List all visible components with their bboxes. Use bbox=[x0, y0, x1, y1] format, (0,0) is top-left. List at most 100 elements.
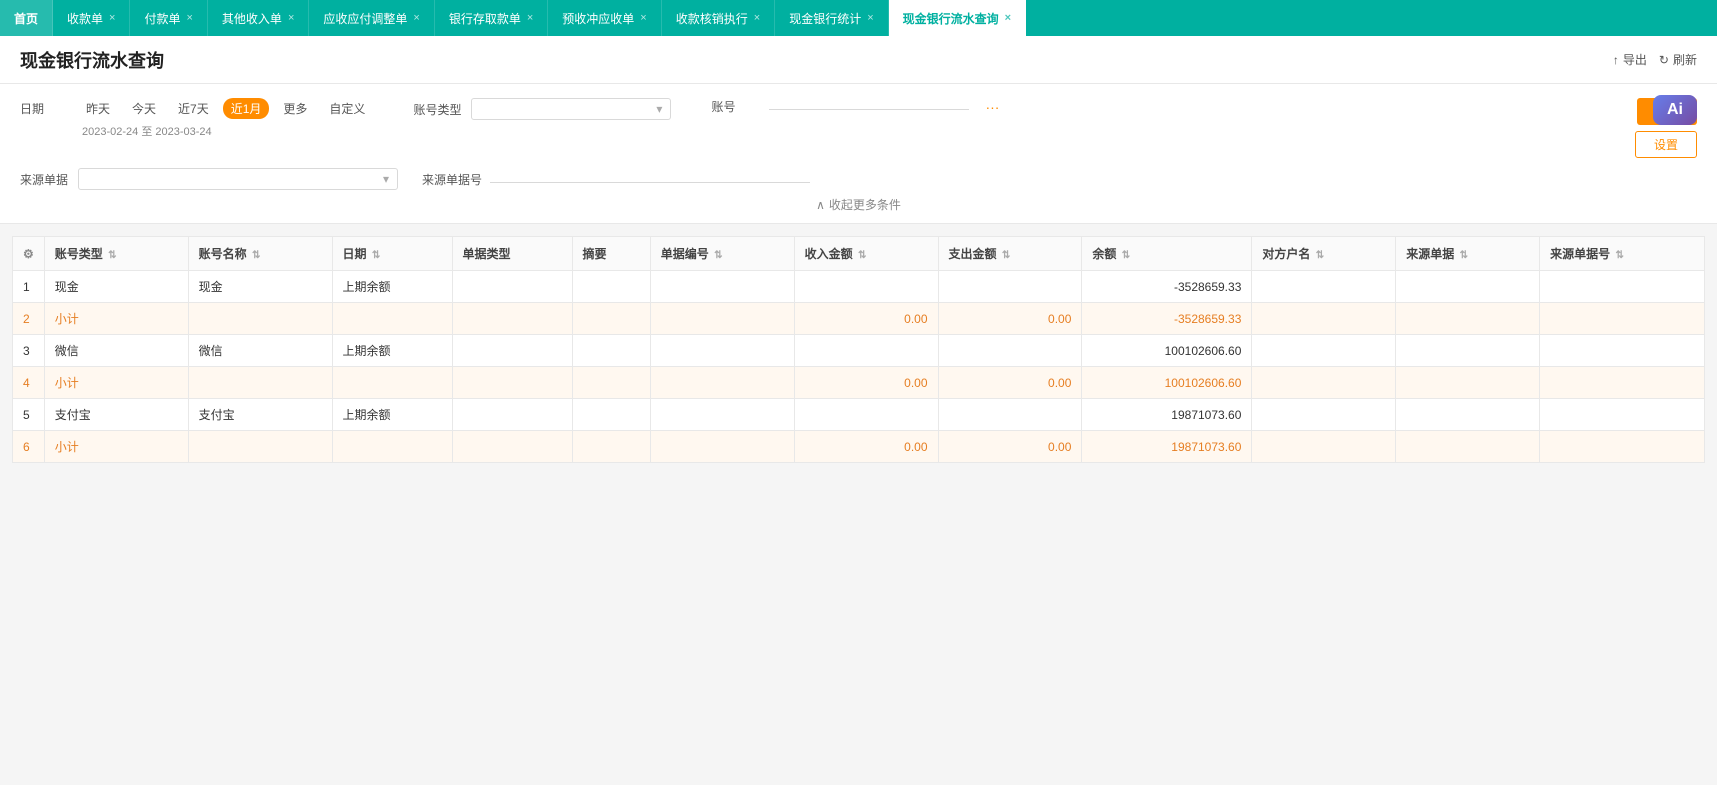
cell-doc-type bbox=[452, 303, 572, 335]
cell-expense bbox=[938, 399, 1082, 431]
cell-account-name bbox=[188, 367, 332, 399]
cell-account-name bbox=[188, 303, 332, 335]
cell-balance: 100102606.60 bbox=[1082, 335, 1252, 367]
nav-ar-ap-adjust-close[interactable]: × bbox=[413, 12, 419, 24]
nav-other-income-label: 其他收入单 bbox=[222, 10, 282, 27]
sort-date-icon: ⇅ bbox=[372, 250, 380, 261]
nav-advance-offset-close[interactable]: × bbox=[640, 12, 646, 24]
cell-doc-type bbox=[452, 335, 572, 367]
cell-source-doc-no bbox=[1540, 399, 1705, 431]
th-source-doc[interactable]: 来源单据 ⇅ bbox=[1396, 237, 1540, 271]
refresh-label: 刷新 bbox=[1673, 51, 1697, 68]
nav-payments-label: 付款单 bbox=[144, 10, 180, 27]
source-doc-select[interactable]: ▾ bbox=[78, 168, 398, 190]
cell-balance: 100102606.60 bbox=[1082, 367, 1252, 399]
cell-source-doc-no bbox=[1540, 367, 1705, 399]
export-button[interactable]: ↑ 导出 bbox=[1613, 51, 1647, 68]
nav-bank-stats-close[interactable]: × bbox=[867, 12, 873, 24]
cell-income bbox=[794, 271, 938, 303]
cell-doc-no bbox=[650, 335, 794, 367]
sort-income-icon: ⇅ bbox=[858, 250, 866, 261]
cell-balance: 19871073.60 bbox=[1082, 431, 1252, 463]
nav-collection-exec-close[interactable]: × bbox=[754, 12, 760, 24]
th-account-type[interactable]: 账号类型 ⇅ bbox=[44, 237, 188, 271]
nav-advance-offset[interactable]: 预收冲应收单 × bbox=[548, 0, 661, 36]
nav-collection-exec[interactable]: 收款核销执行 × bbox=[662, 0, 775, 36]
cell-source-doc-no bbox=[1540, 335, 1705, 367]
cell-source-doc bbox=[1396, 367, 1540, 399]
cell-source-doc bbox=[1396, 335, 1540, 367]
source-doc-num-input[interactable] bbox=[490, 176, 810, 183]
cell-date: 上期余额 bbox=[332, 271, 452, 303]
cell-doc-type bbox=[452, 431, 572, 463]
nav-payments-close[interactable]: × bbox=[186, 12, 192, 24]
page-header: 现金银行流水查询 ↑ 导出 ↻ 刷新 bbox=[0, 36, 1717, 84]
nav-home[interactable]: 首页 bbox=[0, 0, 53, 36]
date-opt-custom[interactable]: 自定义 bbox=[321, 98, 373, 119]
cell-summary bbox=[572, 335, 650, 367]
nav-payments[interactable]: 付款单 × bbox=[130, 0, 207, 36]
cell-doc-no bbox=[650, 367, 794, 399]
cell-doc-no bbox=[650, 431, 794, 463]
cell-account-name: 现金 bbox=[188, 271, 332, 303]
table-settings-icon[interactable]: ⚙ bbox=[23, 247, 34, 261]
account-label: 账号 bbox=[711, 98, 761, 115]
th-summary: 摘要 bbox=[572, 237, 650, 271]
nav-receipts-close[interactable]: × bbox=[109, 12, 115, 24]
th-income[interactable]: 收入金额 ⇅ bbox=[794, 237, 938, 271]
setting-button[interactable]: 设置 bbox=[1635, 131, 1697, 158]
account-type-select[interactable]: ▾ bbox=[471, 98, 671, 120]
cell-row-num: 6 bbox=[13, 431, 45, 463]
date-opt-7days[interactable]: 近7天 bbox=[170, 98, 217, 119]
cell-expense bbox=[938, 271, 1082, 303]
nav-receipts[interactable]: 收款单 × bbox=[53, 0, 130, 36]
account-type-label: 账号类型 bbox=[413, 101, 463, 118]
nav-bank-deposit[interactable]: 银行存取款单 × bbox=[435, 0, 548, 36]
collapse-label: 收起更多条件 bbox=[829, 196, 901, 213]
nav-other-income-close[interactable]: × bbox=[288, 12, 294, 24]
sort-source-doc-no-icon: ⇅ bbox=[1615, 250, 1623, 261]
sort-account-name-icon: ⇅ bbox=[252, 250, 260, 261]
cell-date bbox=[332, 367, 452, 399]
source-doc-chevron-icon: ▾ bbox=[383, 172, 389, 186]
cell-counterparty bbox=[1252, 399, 1396, 431]
date-opt-1month[interactable]: 近1月 bbox=[223, 98, 270, 119]
ai-badge[interactable]: Ai bbox=[1653, 95, 1697, 125]
cell-income: 0.00 bbox=[794, 431, 938, 463]
table-row: 3微信微信上期余额100102606.60 bbox=[13, 335, 1705, 367]
nav-ar-ap-adjust-label: 应收应付调整单 bbox=[323, 10, 407, 27]
nav-bank-flow-close[interactable]: × bbox=[1005, 12, 1011, 24]
date-opt-yesterday[interactable]: 昨天 bbox=[78, 98, 118, 119]
account-input[interactable] bbox=[769, 103, 969, 110]
cell-doc-no bbox=[650, 399, 794, 431]
filter-area: 日期 昨天 今天 近7天 近1月 更多 自定义 2023-02-24 至 202… bbox=[0, 84, 1717, 224]
th-counterparty[interactable]: 对方户名 ⇅ bbox=[1252, 237, 1396, 271]
sort-balance-icon: ⇅ bbox=[1122, 250, 1130, 261]
date-opt-today[interactable]: 今天 bbox=[124, 98, 164, 119]
cell-row-num: 2 bbox=[13, 303, 45, 335]
nav-ar-ap-adjust[interactable]: 应收应付调整单 × bbox=[309, 0, 434, 36]
th-account-name[interactable]: 账号名称 ⇅ bbox=[188, 237, 332, 271]
cell-account-type: 支付宝 bbox=[44, 399, 188, 431]
th-expense[interactable]: 支出金额 ⇅ bbox=[938, 237, 1082, 271]
th-balance[interactable]: 余额 ⇅ bbox=[1082, 237, 1252, 271]
nav-other-income[interactable]: 其他收入单 × bbox=[208, 0, 309, 36]
nav-bank-deposit-close[interactable]: × bbox=[527, 12, 533, 24]
table-row: 2小计0.000.00-3528659.33 bbox=[13, 303, 1705, 335]
table-row: 4小计0.000.00100102606.60 bbox=[13, 367, 1705, 399]
nav-bank-stats[interactable]: 现金银行统计 × bbox=[775, 0, 888, 36]
th-doc-no[interactable]: 单据编号 ⇅ bbox=[650, 237, 794, 271]
nav-bank-flow[interactable]: 现金银行流水查询 × bbox=[889, 0, 1026, 36]
th-date[interactable]: 日期 ⇅ bbox=[332, 237, 452, 271]
date-label: 日期 bbox=[20, 100, 70, 117]
th-source-doc-no[interactable]: 来源单据号 ⇅ bbox=[1540, 237, 1705, 271]
cell-row-num: 4 bbox=[13, 367, 45, 399]
source-doc-num-label: 来源单据号 bbox=[422, 171, 482, 188]
refresh-button[interactable]: ↻ 刷新 bbox=[1659, 51, 1697, 68]
cell-account-name bbox=[188, 431, 332, 463]
date-opt-more[interactable]: 更多 bbox=[275, 98, 315, 119]
account-ellipsis-button[interactable]: ··· bbox=[977, 99, 1007, 115]
collapse-button[interactable]: ∧ 收起更多条件 bbox=[816, 196, 901, 213]
cell-row-num: 1 bbox=[13, 271, 45, 303]
cell-account-type: 小计 bbox=[44, 303, 188, 335]
